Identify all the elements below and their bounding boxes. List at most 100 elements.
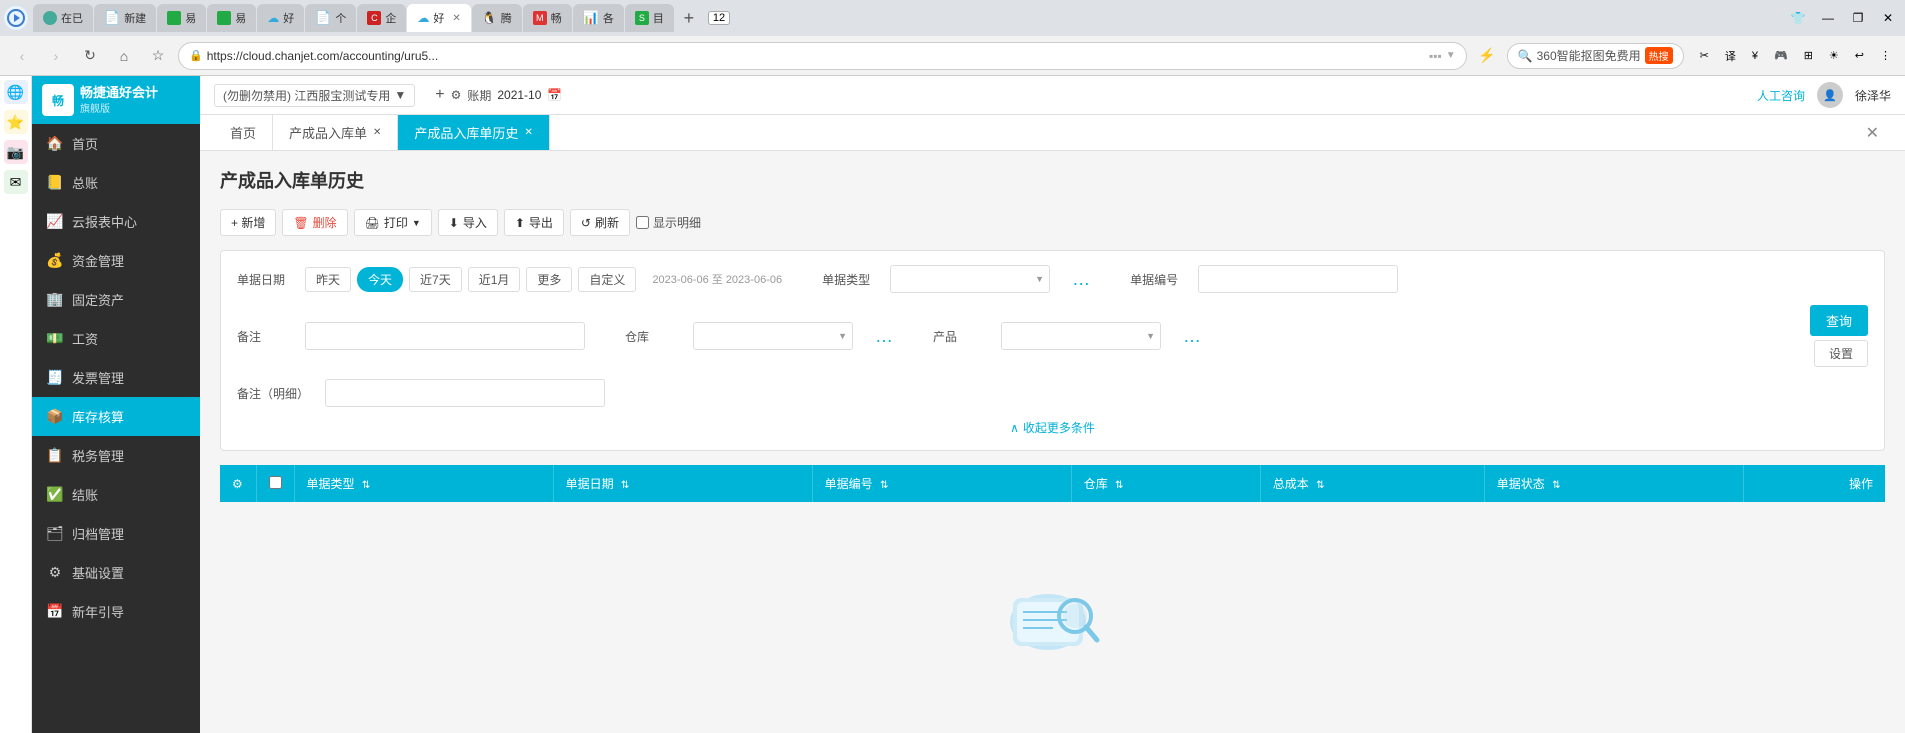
restore-button[interactable]: ❐ — [1845, 8, 1871, 28]
tab-close-8[interactable]: ✕ — [452, 13, 460, 24]
new-button[interactable]: + 新增 — [220, 209, 276, 236]
th-checkbox[interactable] — [256, 465, 294, 502]
page-tab-list-close[interactable]: ✕ — [373, 127, 381, 138]
collapse-filter-button[interactable]: ∧ 收起更多条件 — [237, 419, 1868, 436]
sidebar-item-reports[interactable]: 📈 云报表中心 — [32, 202, 200, 241]
th-settings[interactable]: ⚙ — [220, 465, 256, 502]
th-total-cost[interactable]: 总成本 ⇅ — [1260, 465, 1484, 502]
ql-browser-icon[interactable]: 🌐 — [4, 80, 28, 104]
date-filter-buttons: 昨天 今天 近7天 近1月 更多 自定义 — [305, 267, 636, 292]
sidebar-item-settings[interactable]: ⚙ 基础设置 — [32, 553, 200, 592]
date-custom-btn[interactable]: 自定义 — [578, 267, 636, 292]
browser-tab-7[interactable]: C 企 — [357, 4, 406, 32]
browser-tab-5[interactable]: ☁ 好 — [257, 4, 304, 32]
address-text[interactable]: https://cloud.chanjet.com/accounting/uru… — [207, 49, 1425, 63]
detail-remark-input[interactable] — [325, 379, 605, 407]
back-button[interactable]: ‹ — [8, 42, 36, 70]
th-status[interactable]: 单据状态 ⇅ — [1484, 465, 1743, 502]
sidebar-header[interactable]: 畅 畅捷通好会计 旗舰版 — [32, 76, 200, 124]
bookmark-button[interactable]: ☆ — [144, 42, 172, 70]
shirt-icon[interactable]: 👕 — [1785, 8, 1811, 28]
search-box[interactable]: 🔍 360智能抠图免费用 热搜 — [1507, 43, 1684, 69]
browser-tab-6[interactable]: 📄 个 — [305, 4, 356, 32]
print-button[interactable]: 🖨 打印 ▼ — [354, 209, 432, 236]
sidebar-item-checkout[interactable]: ✅ 结账 — [32, 475, 200, 514]
extensions-button[interactable]: ⚡ — [1473, 42, 1501, 70]
browser-tab-11[interactable]: 📊 各 — [573, 4, 624, 32]
forward-button[interactable]: › — [42, 42, 70, 70]
new-tab-button[interactable]: + — [675, 4, 703, 32]
browser-tab-2[interactable]: 📄 新建 — [94, 4, 156, 32]
remark-input[interactable] — [305, 322, 585, 350]
product-select[interactable] — [1001, 322, 1161, 350]
undo-icon[interactable]: ↩ — [1849, 47, 1870, 64]
query-button[interactable]: 查询 — [1810, 305, 1868, 336]
date-1month-btn[interactable]: 近1月 — [468, 267, 521, 292]
grid-icon[interactable]: ⊞ — [1798, 47, 1819, 64]
export-button[interactable]: ⬆ 导出 — [504, 209, 564, 236]
sidebar-item-payroll[interactable]: 💵 工资 — [32, 319, 200, 358]
refresh-nav-button[interactable]: ↻ — [76, 42, 104, 70]
number-input[interactable] — [1198, 265, 1398, 293]
sidebar-item-general-ledger[interactable]: 📒 总账 — [32, 163, 200, 202]
sidebar-item-inventory[interactable]: 📦 库存核算 — [32, 397, 200, 436]
page-tab-history-close[interactable]: ✕ — [524, 127, 532, 138]
sidebar-item-home[interactable]: 🏠 首页 — [32, 124, 200, 163]
refresh-button[interactable]: ↺ 刷新 — [570, 209, 630, 236]
settings-period-button[interactable]: ⚙ — [451, 88, 462, 102]
th-type[interactable]: 单据类型 ⇅ — [294, 465, 553, 502]
filter-settings-button[interactable]: 设置 — [1814, 340, 1868, 367]
browser-tab-8[interactable]: ☁ 好 ✕ — [407, 4, 470, 32]
ql-camera-icon[interactable]: 📷 — [4, 140, 28, 164]
more-icon[interactable]: ⋮ — [1874, 47, 1897, 64]
sidebar-item-capital[interactable]: 💰 资金管理 — [32, 241, 200, 280]
tabs-panel-close[interactable]: ✕ — [1854, 123, 1891, 143]
browser-tab-9[interactable]: 🐧 腾 — [472, 4, 522, 32]
calendar-icon[interactable]: 📅 — [547, 88, 562, 102]
ql-star-icon[interactable]: ⭐ — [4, 110, 28, 134]
scissors-icon[interactable]: ✂ — [1694, 47, 1715, 64]
sidebar-item-fixed-assets[interactable]: 🏢 固定资产 — [32, 280, 200, 319]
show-detail-checkbox-label[interactable]: 显示明细 — [636, 214, 701, 231]
type-more-icon[interactable]: … — [1072, 269, 1090, 290]
export-icon: ⬆ — [515, 216, 525, 230]
ql-mail-icon[interactable]: ✉ — [4, 170, 28, 194]
th-number[interactable]: 单据编号 ⇅ — [812, 465, 1071, 502]
close-button[interactable]: ✕ — [1875, 8, 1901, 28]
date-yesterday-btn[interactable]: 昨天 — [305, 267, 351, 292]
gamepad-icon[interactable]: 🎮 — [1768, 47, 1794, 64]
service-link[interactable]: 人工咨询 — [1757, 87, 1805, 104]
import-button[interactable]: ⬇ 导入 — [438, 209, 498, 236]
translate-icon[interactable]: 译 — [1719, 46, 1742, 66]
browser-tab-10[interactable]: M 畅 — [523, 4, 572, 32]
th-warehouse[interactable]: 仓库 ⇅ — [1071, 465, 1260, 502]
warehouse-select[interactable] — [693, 322, 853, 350]
minimize-button[interactable]: — — [1815, 8, 1841, 28]
browser-tab-12[interactable]: S 目 — [625, 4, 674, 32]
select-all-checkbox[interactable] — [269, 476, 282, 489]
show-detail-checkbox[interactable] — [636, 216, 649, 229]
th-date[interactable]: 单据日期 ⇅ — [553, 465, 812, 502]
company-selector[interactable]: (勿删勿禁用) 江西服宝测试专用 ▼ — [214, 84, 415, 107]
currency-icon[interactable]: ¥ — [1746, 48, 1764, 64]
warehouse-more-icon[interactable]: … — [875, 326, 893, 347]
delete-button[interactable]: 🗑 删除 — [282, 209, 347, 236]
product-more-icon[interactable]: … — [1183, 326, 1201, 347]
sidebar-item-new-period[interactable]: 📅 新年引导 — [32, 592, 200, 631]
date-7days-btn[interactable]: 近7天 — [409, 267, 462, 292]
browser-tab-4[interactable]: 易 — [207, 4, 256, 32]
sidebar-item-tax[interactable]: 📋 税务管理 — [32, 436, 200, 475]
page-tab-history[interactable]: 产成品入库单历史 ✕ — [398, 115, 549, 150]
add-period-button[interactable]: + — [435, 86, 444, 104]
date-today-btn[interactable]: 今天 — [357, 267, 403, 292]
date-more-btn[interactable]: 更多 — [526, 267, 572, 292]
brightness-icon[interactable]: ☀ — [1823, 47, 1845, 64]
browser-tab-1[interactable]: 在已 — [33, 4, 93, 32]
page-tab-home[interactable]: 首页 — [214, 115, 273, 150]
sidebar-item-archive[interactable]: 🗂 归档管理 — [32, 514, 200, 553]
page-tab-list[interactable]: 产成品入库单 ✕ — [273, 115, 398, 150]
sidebar-item-invoice[interactable]: 🧾 发票管理 — [32, 358, 200, 397]
home-nav-button[interactable]: ⌂ — [110, 42, 138, 70]
browser-tab-3[interactable]: 易 — [157, 4, 206, 32]
type-select[interactable] — [890, 265, 1050, 293]
